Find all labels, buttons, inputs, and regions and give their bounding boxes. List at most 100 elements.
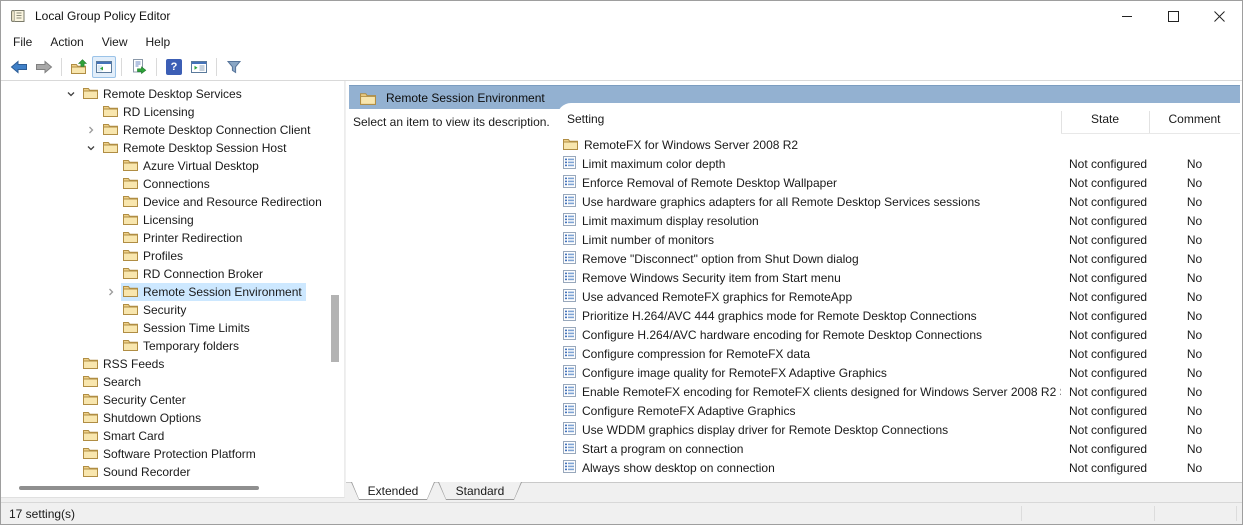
tree-item[interactable]: Security Center: [1, 391, 344, 409]
minimize-button[interactable]: [1104, 1, 1150, 31]
chevron-icon[interactable]: [81, 143, 101, 153]
folder-icon: [123, 194, 138, 207]
header-underline: [1061, 133, 1240, 134]
column-header-comment[interactable]: Comment: [1149, 112, 1240, 126]
policy-row[interactable]: Configure compression for RemoteFX data …: [557, 344, 1240, 363]
tree-item[interactable]: Session Time Limits: [1, 319, 344, 337]
policy-row[interactable]: Remove Windows Security item from Start …: [557, 268, 1240, 287]
policy-name: Limit maximum display resolution: [582, 214, 759, 228]
results-pane: Remote Session Environment Select an ite…: [346, 81, 1242, 502]
policy-row[interactable]: Configure H.264/AVC hardware encoding fo…: [557, 325, 1240, 344]
folder-icon: [123, 302, 138, 315]
settings-list: Setting State Comment RemoteFX for Windo…: [557, 103, 1240, 482]
show-window-button[interactable]: [187, 56, 211, 78]
tree-item[interactable]: Software Protection Platform: [1, 445, 344, 463]
policy-row[interactable]: Limit maximum display resolution Not con…: [557, 211, 1240, 230]
policy-row[interactable]: Remove "Disconnect" option from Shut Dow…: [557, 249, 1240, 268]
tree-item[interactable]: RD Licensing: [1, 103, 344, 121]
column-header-setting[interactable]: Setting: [567, 112, 604, 126]
tree-item[interactable]: RD Connection Broker: [1, 265, 344, 283]
toolbar-separator: [61, 58, 62, 76]
tree-item[interactable]: RSS Feeds: [1, 355, 344, 373]
statusbar: 17 setting(s): [1, 502, 1242, 524]
folder-icon: [103, 104, 118, 117]
tab-standard[interactable]: Standard: [438, 482, 522, 500]
policy-setting-icon: [563, 384, 576, 397]
tree-item[interactable]: Connections: [1, 175, 344, 193]
tree-item[interactable]: Shutdown Options: [1, 409, 344, 427]
policy-setting-icon: [563, 327, 576, 340]
tree-item[interactable]: Remote Desktop Services: [1, 85, 344, 103]
policy-comment: No: [1149, 233, 1240, 247]
policy-row[interactable]: Use WDDM graphics display driver for Rem…: [557, 420, 1240, 439]
policy-comment: No: [1149, 176, 1240, 190]
policy-row[interactable]: Enable RemoteFX encoding for RemoteFX cl…: [557, 382, 1240, 401]
policy-row[interactable]: Configure RemoteFX Adaptive Graphics Not…: [557, 401, 1240, 420]
tree-item[interactable]: Azure Virtual Desktop: [1, 157, 344, 175]
policy-row[interactable]: Configure image quality for RemoteFX Ada…: [557, 363, 1240, 382]
policy-row[interactable]: Use hardware graphics adapters for all R…: [557, 192, 1240, 211]
chevron-icon[interactable]: [101, 287, 121, 297]
policy-row[interactable]: Use advanced RemoteFX graphics for Remot…: [557, 287, 1240, 306]
menu-action[interactable]: Action: [41, 32, 92, 52]
forward-button[interactable]: [32, 56, 56, 78]
policy-row[interactable]: Always show desktop on connection Not co…: [557, 458, 1240, 477]
filter-button[interactable]: [222, 56, 246, 78]
up-one-level-button[interactable]: [67, 56, 91, 78]
policy-comment: No: [1149, 461, 1240, 475]
chevron-icon[interactable]: [81, 125, 101, 135]
folder-icon: [563, 137, 578, 150]
back-button[interactable]: [7, 56, 31, 78]
column-header-state[interactable]: State: [1061, 112, 1149, 126]
console-tree: Remote Desktop Services RD Licensing Rem…: [1, 81, 345, 498]
tree-item-label: Remote Desktop Services: [103, 87, 242, 101]
tree-item[interactable]: Remote Session Environment: [1, 283, 344, 301]
status-separator: [1021, 506, 1022, 521]
maximize-button[interactable]: [1150, 1, 1196, 31]
policy-state: Not configured: [1061, 290, 1149, 304]
tree-item[interactable]: Temporary folders: [1, 337, 344, 355]
policy-setting-icon: [563, 346, 576, 359]
tree-item[interactable]: Security: [1, 301, 344, 319]
export-list-button[interactable]: [127, 56, 151, 78]
chevron-icon[interactable]: [61, 89, 81, 99]
policy-setting-icon: [563, 308, 576, 321]
tree-item[interactable]: Smart Card: [1, 427, 344, 445]
tree-item[interactable]: Remote Desktop Session Host: [1, 139, 344, 157]
policy-name: Enforce Removal of Remote Desktop Wallpa…: [582, 176, 837, 190]
show-console-tree-toggle[interactable]: [92, 56, 116, 78]
folder-icon: [83, 428, 98, 441]
policy-row[interactable]: RemoteFX for Windows Server 2008 R2: [557, 135, 1240, 154]
show-window-icon: [191, 60, 207, 74]
tree-item[interactable]: Device and Resource Redirection: [1, 193, 344, 211]
app-scroll-icon: [10, 8, 27, 24]
close-button[interactable]: [1196, 1, 1242, 31]
tab-extended[interactable]: Extended: [351, 482, 435, 500]
tree-item[interactable]: Search: [1, 373, 344, 391]
policy-row[interactable]: Limit maximum color depth Not configured…: [557, 154, 1240, 173]
folder-icon: [123, 248, 138, 261]
toolbar-separator: [216, 58, 217, 76]
tree-horizontal-scrollbar[interactable]: [19, 486, 259, 490]
policy-state: Not configured: [1061, 461, 1149, 475]
policy-row[interactable]: Enforce Removal of Remote Desktop Wallpa…: [557, 173, 1240, 192]
policy-setting-icon: [563, 441, 576, 454]
tree-item[interactable]: Sound Recorder: [1, 463, 344, 481]
tree-item-label: Smart Card: [103, 429, 164, 443]
menu-view[interactable]: View: [93, 32, 137, 52]
policy-row[interactable]: Prioritize H.264/AVC 444 graphics mode f…: [557, 306, 1240, 325]
policy-name: Always show desktop on connection: [582, 461, 775, 475]
tree-item[interactable]: Remote Desktop Connection Client: [1, 121, 344, 139]
policy-row[interactable]: Start a program on connection Not config…: [557, 439, 1240, 458]
help-button[interactable]: ?: [162, 56, 186, 78]
tree-item[interactable]: Printer Redirection: [1, 229, 344, 247]
menu-help[interactable]: Help: [137, 32, 180, 52]
menu-file[interactable]: File: [4, 32, 41, 52]
tree-item-label: Device and Resource Redirection: [143, 195, 322, 209]
policy-name: Remove Windows Security item from Start …: [582, 271, 841, 285]
policy-name: Use advanced RemoteFX graphics for Remot…: [582, 290, 852, 304]
tree-vertical-scrollbar[interactable]: [331, 295, 339, 362]
tree-item[interactable]: Profiles: [1, 247, 344, 265]
policy-row[interactable]: Limit number of monitors Not configured …: [557, 230, 1240, 249]
tree-item[interactable]: Licensing: [1, 211, 344, 229]
